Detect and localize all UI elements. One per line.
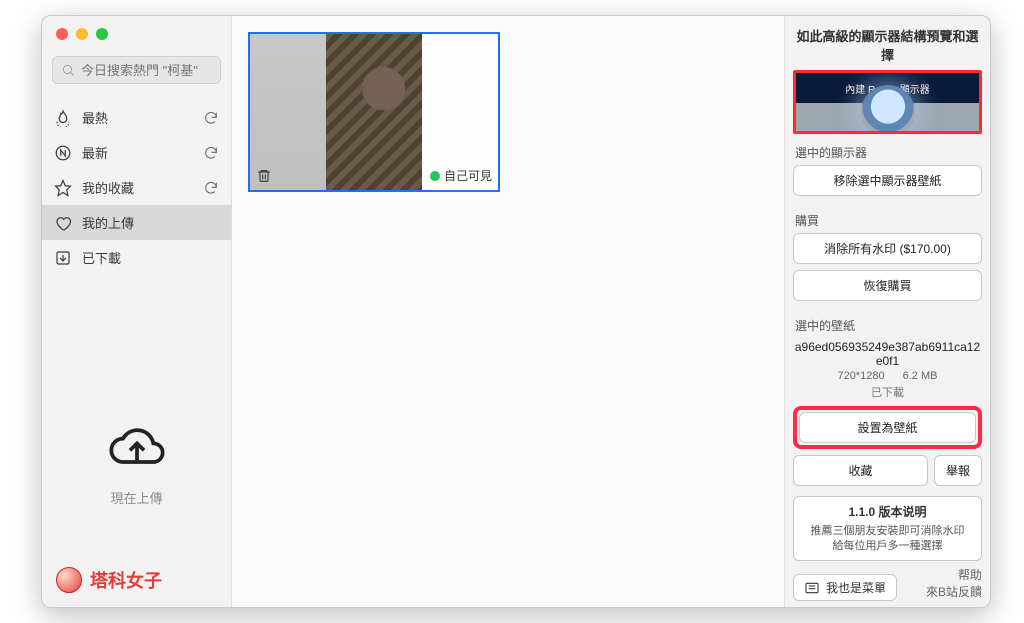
remove-display-wallpaper-button[interactable]: 移除選中顯示器壁紙 <box>793 165 982 196</box>
sidebar-item-label: 最新 <box>82 143 219 162</box>
thumb-pad-left <box>250 34 326 190</box>
sidebar-item-label: 最熱 <box>82 108 219 127</box>
app-window: 最熱 最新 我的收藏 我的上傳 已下載 <box>41 15 991 608</box>
wallpaper-filesize: 6.2 MB <box>903 370 938 382</box>
section-purchase: 購買 <box>795 212 982 229</box>
version-desc-line1: 推薦三個朋友安裝即可消除水印 <box>800 524 975 539</box>
version-title: 1.1.0 版本说明 <box>800 503 975 520</box>
wallpaper-dimensions: 720*1280 <box>838 370 885 382</box>
display-preview-label: 內建 Retina 顯示器 <box>796 81 979 96</box>
wallpaper-meta: 720*1280 6.2 MB <box>793 370 982 382</box>
help-link[interactable]: 帮助 <box>926 567 982 584</box>
star-icon <box>54 179 72 197</box>
brand-label: 塔科女子 <box>90 567 162 593</box>
sidebar-item-label: 我的收藏 <box>82 178 219 197</box>
search-input-wrap[interactable] <box>52 56 221 84</box>
sidebar-item-label: 已下載 <box>82 248 219 267</box>
download-icon <box>54 249 72 267</box>
search-input[interactable] <box>81 63 212 78</box>
cloud-upload-icon <box>100 418 174 478</box>
brand-avatar-icon <box>56 567 82 593</box>
upload-now-label: 現在上傳 <box>42 488 231 507</box>
restore-purchase-button[interactable]: 恢復購買 <box>793 270 982 301</box>
set-as-wallpaper-button[interactable]: 設置為壁紙 <box>799 412 976 443</box>
sidebar: 最熱 最新 我的收藏 我的上傳 已下載 <box>42 16 232 607</box>
main-content: 自己可見 <box>232 16 784 607</box>
close-window-button[interactable] <box>56 28 68 40</box>
search-icon <box>61 63 75 77</box>
version-desc-line2: 給每位用戶多一種選擇 <box>800 539 975 554</box>
refresh-icon[interactable] <box>203 145 219 161</box>
menu-icon <box>804 580 820 596</box>
sidebar-item-hot[interactable]: 最熱 <box>42 100 231 135</box>
wallpaper-id: a96ed056935249e387ab6911ca12e0f1 <box>793 340 982 368</box>
trash-icon <box>256 168 272 184</box>
feedback-link[interactable]: 來B站反饋 <box>926 584 982 601</box>
delete-button[interactable] <box>256 168 272 184</box>
maximize-window-button[interactable] <box>96 28 108 40</box>
thumb-image <box>326 34 422 190</box>
heart-icon <box>54 214 72 232</box>
flame-icon <box>54 109 72 127</box>
sidebar-nav: 最熱 最新 我的收藏 我的上傳 已下載 <box>42 100 231 275</box>
astronaut-icon <box>879 89 897 121</box>
brand-watermark: 塔科女子 <box>56 567 162 593</box>
panel-footer: 我也是菜單 帮助 來B站反饋 <box>793 567 982 601</box>
sidebar-item-newest[interactable]: 最新 <box>42 135 231 170</box>
extra-menu-label: 我也是菜單 <box>826 579 886 596</box>
extra-menu-chip[interactable]: 我也是菜單 <box>793 574 897 601</box>
version-notes-box: 1.1.0 版本说明 推薦三個朋友安裝即可消除水印 給每位用戶多一種選擇 <box>793 496 982 562</box>
panel-title: 如此高級的顯示器結構預覽和選擇 <box>793 26 982 64</box>
sidebar-item-label: 我的上傳 <box>82 213 219 232</box>
minimize-window-button[interactable] <box>76 28 88 40</box>
window-controls <box>56 28 108 40</box>
n-icon <box>54 144 72 162</box>
remove-watermark-button[interactable]: 消除所有水印 ($170.00) <box>793 233 982 264</box>
display-preview[interactable]: 內建 Retina 顯示器 <box>793 70 982 134</box>
wallpaper-thumbnail[interactable]: 自己可見 <box>248 32 500 192</box>
wallpaper-download-status: 已下載 <box>793 384 982 400</box>
refresh-icon[interactable] <box>203 180 219 196</box>
sidebar-item-downloaded[interactable]: 已下載 <box>42 240 231 275</box>
sidebar-item-uploads[interactable]: 我的上傳 <box>42 205 231 240</box>
visibility-label: 自己可見 <box>444 167 492 184</box>
section-selected-wallpaper: 選中的壁紙 <box>795 317 982 334</box>
refresh-icon[interactable] <box>203 110 219 126</box>
footer-links: 帮助 來B站反饋 <box>926 567 982 601</box>
favorite-button[interactable]: 收藏 <box>793 455 928 486</box>
status-dot-icon <box>430 171 440 181</box>
report-button[interactable]: 舉報 <box>934 455 982 486</box>
right-panel: 如此高級的顯示器結構預覽和選擇 內建 Retina 顯示器 選中的顯示器 移除選… <box>784 16 990 607</box>
visibility-badge: 自己可見 <box>430 167 492 184</box>
sidebar-item-favorites[interactable]: 我的收藏 <box>42 170 231 205</box>
section-selected-display: 選中的顯示器 <box>795 144 982 161</box>
set-wallpaper-highlight: 設置為壁紙 <box>793 406 982 449</box>
